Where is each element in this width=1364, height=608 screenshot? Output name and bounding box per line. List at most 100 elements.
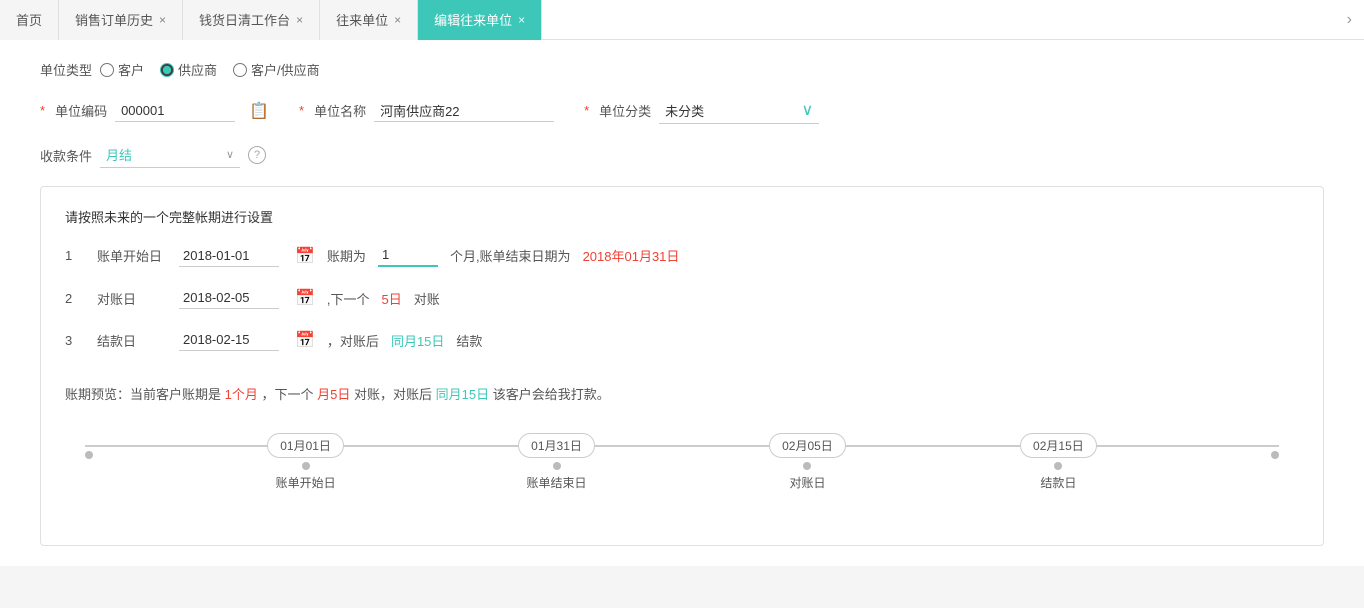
tl-dot-3 — [803, 462, 811, 470]
payment-terms-value: 月结 — [106, 145, 220, 164]
period-row2-suffix: 对账 — [414, 289, 440, 308]
period-row1-suffix1: 个月,账单结束日期为 — [450, 246, 571, 265]
preview-highlight3: 同月15日 — [436, 387, 489, 402]
period-date-1[interactable] — [179, 245, 279, 267]
preview-suffix: 该客户会给我打款。 — [493, 387, 610, 402]
tl-label-4: 结款日 — [1040, 474, 1076, 491]
tab-sales-history-label: 销售订单历史 — [75, 10, 153, 29]
category-dropdown-arrow: ∨ — [801, 100, 813, 120]
tab-cash-work[interactable]: 钱货日清工作台 × — [183, 0, 320, 40]
unit-name-required-star: * — [299, 103, 304, 118]
preview-mid2: 对账，对账后 — [354, 387, 432, 402]
period-row2-prefix: ,下一个 — [327, 289, 370, 308]
tab-home-label: 首页 — [16, 10, 42, 29]
tabs-scroll-arrow[interactable]: › — [1335, 11, 1364, 29]
payment-terms-label: 收款条件 — [40, 146, 92, 165]
radio-both[interactable]: 客户/供应商 — [233, 60, 320, 79]
period-row-3: 3 结款日 📅 ，对账后 同月15日 结款 — [65, 329, 1299, 351]
unit-type-label: 单位类型 — [40, 60, 92, 79]
tab-edit-partner[interactable]: 编辑往来单位 × — [418, 0, 542, 40]
period-row1-end-date: 2018年01月31日 — [583, 246, 680, 265]
tl-badge-4: 02月15日 — [1020, 433, 1097, 458]
unit-name-label: 单位名称 — [314, 101, 366, 120]
unit-category-label: 单位分类 — [599, 101, 651, 120]
period-num-2: 2 — [65, 291, 85, 306]
unit-category-select[interactable]: 未分类 ∨ — [659, 97, 819, 124]
tab-partner[interactable]: 往来单位 × — [320, 0, 418, 40]
page-content: 单位类型 客户 供应商 客户/供应商 * 单位编码 — [0, 40, 1364, 566]
tl-label-2: 账单结束日 — [527, 474, 587, 491]
tab-home[interactable]: 首页 — [0, 0, 59, 40]
unit-code-required-star: * — [40, 103, 45, 118]
period-section: 请按照未来的一个完整帐期进行设置 1 账单开始日 📅 账期为 个月,账单结束日期… — [40, 186, 1324, 546]
timeline-point-4: 02月15日 结款日 — [1020, 433, 1097, 491]
period-row2-highlight: 5日 — [382, 289, 402, 308]
timeline-point-start — [85, 433, 93, 467]
unit-code-input[interactable] — [115, 100, 235, 122]
preview-text: 账期预览：当前客户账期是 1个月 ，下一个 月5日 对账，对账后 同月15日 该… — [65, 371, 1299, 423]
unit-type-radio-group: 客户 供应商 客户/供应商 — [100, 60, 320, 79]
tl-dot-2 — [553, 462, 561, 470]
radio-customer-label: 客户 — [118, 60, 144, 79]
tab-sales-history[interactable]: 销售订单历史 × — [59, 0, 183, 40]
period-num-3: 3 — [65, 333, 85, 348]
timeline-point-3: 02月05日 对账日 — [769, 433, 846, 491]
timeline-point-2: 01月31日 账单结束日 — [518, 433, 595, 491]
period-months-input[interactable] — [378, 244, 438, 267]
period-row3-prefix: ，对账后 — [327, 331, 379, 350]
period-label-1: 账单开始日 — [97, 246, 167, 265]
copy-icon[interactable]: 📋 — [249, 101, 269, 121]
period-row3-suffix: 结款 — [456, 331, 482, 350]
tl-label-1: 账单开始日 — [276, 474, 336, 491]
radio-both-label: 客户/供应商 — [251, 60, 320, 79]
period-row-1: 1 账单开始日 📅 账期为 个月,账单结束日期为 2018年01月31日 — [65, 244, 1299, 267]
period-label-2: 对账日 — [97, 289, 167, 308]
tl-badge-1: 01月01日 — [267, 433, 344, 458]
tab-partner-label: 往来单位 — [336, 10, 388, 29]
payment-terms-row: 收款条件 月结 ∨ ? — [40, 142, 1324, 168]
radio-supplier[interactable]: 供应商 — [160, 60, 217, 79]
help-icon[interactable]: ? — [248, 146, 266, 164]
unit-name-field: * 单位名称 — [299, 100, 554, 122]
tl-label-3: 对账日 — [789, 474, 825, 491]
period-label-3: 结款日 — [97, 331, 167, 350]
radio-customer-input[interactable] — [100, 63, 114, 77]
payment-terms-select[interactable]: 月结 ∨ — [100, 142, 240, 168]
tab-cash-work-close[interactable]: × — [296, 13, 303, 27]
tab-edit-partner-label: 编辑往来单位 — [434, 10, 512, 29]
preview-mid1: ，下一个 — [262, 387, 314, 402]
unit-name-input[interactable] — [374, 100, 554, 122]
unit-type-row: 单位类型 客户 供应商 客户/供应商 — [40, 60, 1324, 79]
unit-type-field: 单位类型 客户 供应商 客户/供应商 — [40, 60, 320, 79]
preview-highlight2: 月5日 — [317, 387, 350, 402]
tabs-bar: 首页 销售订单历史 × 钱货日清工作台 × 往来单位 × 编辑往来单位 × › — [0, 0, 1364, 40]
calendar-icon-2[interactable]: 📅 — [295, 288, 315, 308]
tab-sales-history-close[interactable]: × — [159, 13, 166, 27]
section-title: 请按照未来的一个完整帐期进行设置 — [65, 207, 1299, 226]
calendar-icon-1[interactable]: 📅 — [295, 246, 315, 266]
timeline-point-end — [1271, 433, 1279, 459]
period-row3-highlight: 同月15日 — [391, 331, 444, 350]
radio-supplier-label: 供应商 — [178, 60, 217, 79]
payment-terms-arrow: ∨ — [226, 148, 234, 161]
unit-cat-required-star: * — [584, 103, 589, 118]
period-row-2: 2 对账日 📅 ,下一个 5日 对账 — [65, 287, 1299, 309]
radio-supplier-input[interactable] — [160, 63, 174, 77]
unit-category-value: 未分类 — [665, 101, 801, 120]
tl-badge-2: 01月31日 — [518, 433, 595, 458]
unit-info-row: * 单位编码 📋 * 单位名称 * 单位分类 未分类 ∨ — [40, 97, 1324, 124]
tab-cash-work-label: 钱货日清工作台 — [199, 10, 290, 29]
unit-code-label: 单位编码 — [55, 101, 107, 120]
timeline-point-1: 01月01日 账单开始日 — [267, 433, 344, 491]
timeline: 01月01日 账单开始日 01月31日 账单结束日 02月05日 对账日 02月… — [65, 423, 1299, 521]
radio-both-input[interactable] — [233, 63, 247, 77]
period-row1-prefix: 账期为 — [327, 246, 366, 265]
radio-customer[interactable]: 客户 — [100, 60, 144, 79]
calendar-icon-3[interactable]: 📅 — [295, 330, 315, 350]
payment-terms-field: 收款条件 月结 ∨ ? — [40, 142, 266, 168]
timeline-points: 01月01日 账单开始日 01月31日 账单结束日 02月05日 对账日 02月… — [85, 433, 1279, 491]
period-date-3[interactable] — [179, 329, 279, 351]
tab-partner-close[interactable]: × — [394, 13, 401, 27]
period-date-2[interactable] — [179, 287, 279, 309]
tab-edit-partner-close[interactable]: × — [518, 13, 525, 27]
